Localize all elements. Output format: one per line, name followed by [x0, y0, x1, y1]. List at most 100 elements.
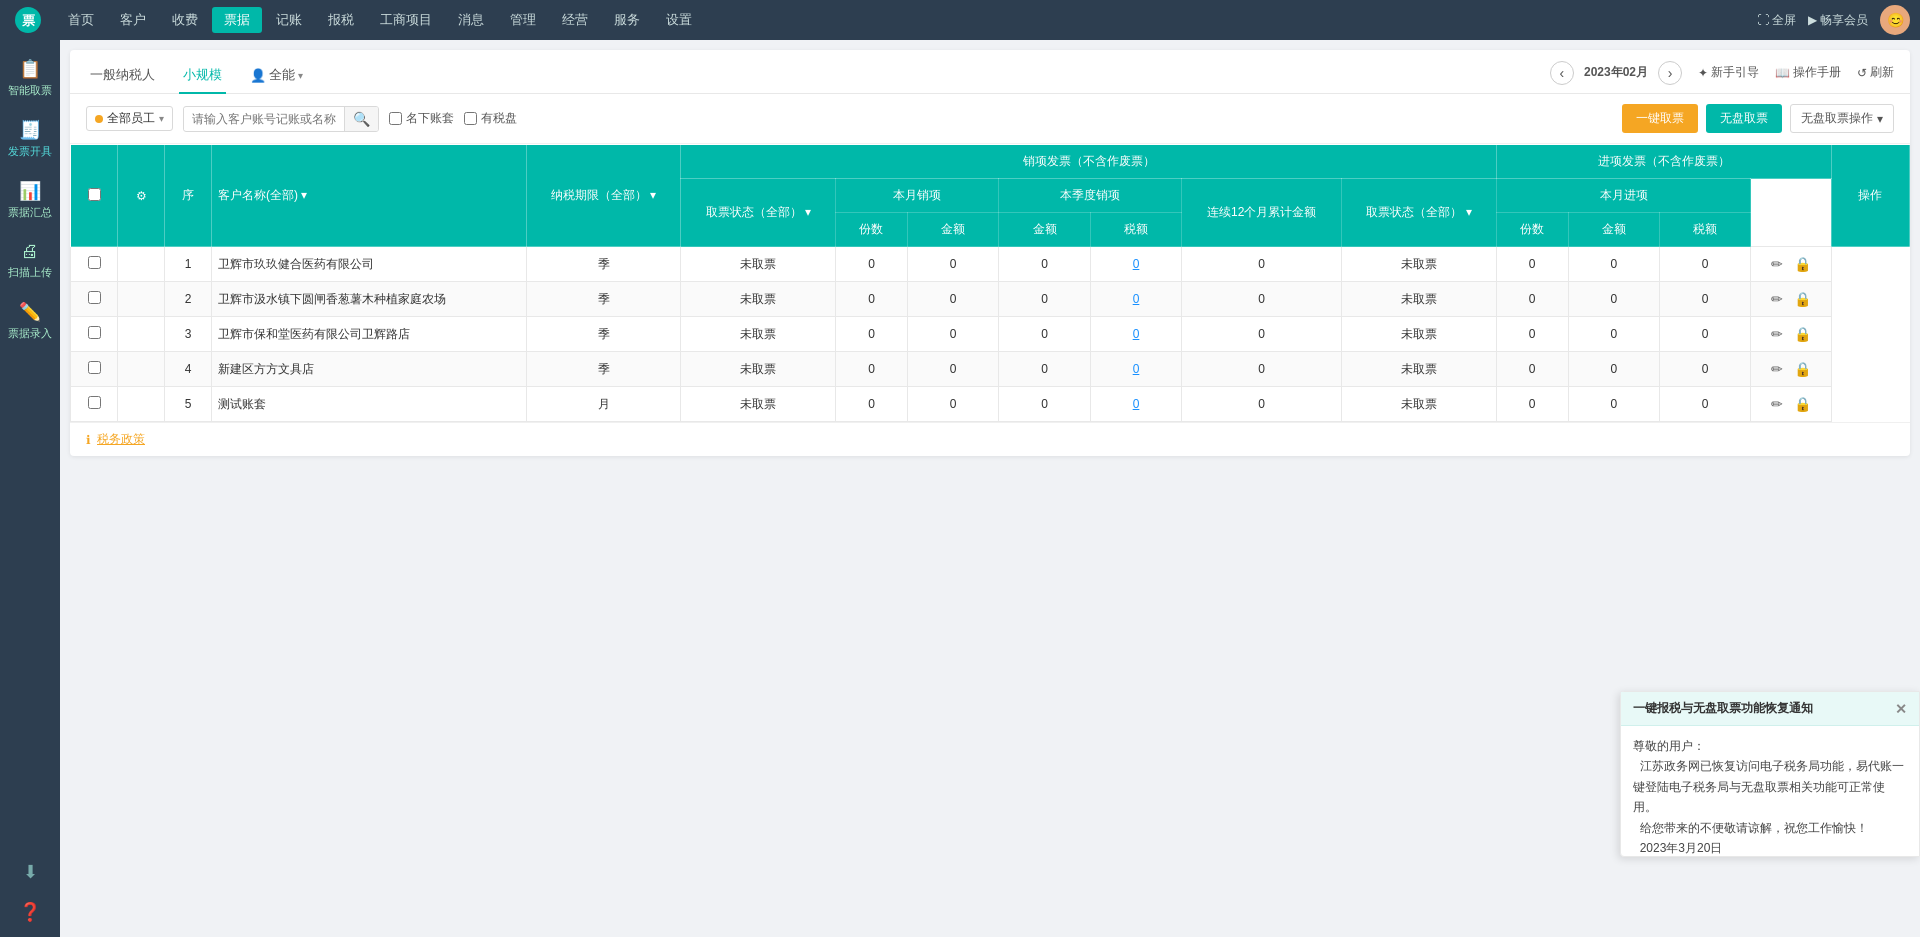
tax-policy-link[interactable]: 税务政策	[97, 431, 145, 448]
nav-item-settings[interactable]: 设置	[654, 7, 704, 33]
more-btn[interactable]: 🔒	[1790, 324, 1815, 344]
employee-arrow-icon: ▾	[159, 113, 164, 124]
employee-filter-select[interactable]: 全部员工 ▾	[86, 106, 173, 131]
sales-status-filter-icon[interactable]: ▾	[805, 205, 811, 219]
period-next-btn[interactable]: ›	[1658, 61, 1682, 85]
row-cumulative: 0	[1182, 282, 1342, 317]
row-checkbox[interactable]	[88, 326, 101, 339]
nav-item-account[interactable]: 记账	[264, 7, 314, 33]
col-index-header: 序	[165, 145, 212, 247]
sidebar-item-scan-upload[interactable]: 🖨 扫描上传	[4, 233, 56, 288]
sidebar-bottom-download[interactable]: ⬇	[15, 857, 45, 887]
guide-btn[interactable]: ✦ 新手引导	[1698, 64, 1759, 81]
sales-cancel-status-header: 取票状态（全部） ▾	[681, 179, 836, 247]
edit-btn[interactable]: ✏	[1767, 289, 1787, 309]
row-in-amount: 0	[1568, 247, 1659, 282]
row-index: 5	[165, 387, 212, 422]
notification-close-btn[interactable]: ✕	[1895, 701, 1907, 717]
row-checkbox[interactable]	[88, 396, 101, 409]
current-quarter-sales-header: 本季度销项	[999, 179, 1182, 213]
notification-popup: 一键报税与无盘取票功能恢复通知 ✕ 尊敬的用户： 江苏政务网已恢复访问电子税务局…	[1620, 691, 1920, 857]
row-sales-amount: 0	[907, 352, 998, 387]
row-sales-status: 未取票	[681, 282, 836, 317]
sidebar-bottom-help[interactable]: ❓	[15, 897, 45, 927]
table-row: 1 卫辉市玖玖健合医药有限公司 季 未取票 0 0 0 0 0 未取票 0 0 …	[71, 247, 1910, 282]
nav-item-biz[interactable]: 经营	[550, 7, 600, 33]
filter-icon[interactable]: ▾	[301, 188, 307, 202]
row-checkbox[interactable]	[88, 361, 101, 374]
nav-item-tax[interactable]: 报税	[316, 7, 366, 33]
period-prev-btn[interactable]: ‹	[1550, 61, 1574, 85]
youshui-checkbox[interactable]	[464, 112, 477, 125]
edit-btn[interactable]: ✏	[1767, 394, 1787, 414]
taxperiod-filter-icon[interactable]: ▾	[650, 188, 656, 202]
nav-item-fee[interactable]: 收费	[160, 7, 210, 33]
youshui-checkbox-label[interactable]: 有税盘	[464, 110, 517, 127]
smart-ticket-icon: 📋	[19, 58, 41, 80]
person-icon: 👤	[250, 68, 266, 83]
one-click-ticket-btn[interactable]: 一键取票	[1622, 104, 1698, 133]
row-checkbox[interactable]	[88, 291, 101, 304]
no-disc-op-btn[interactable]: 无盘取票操作 ▾	[1790, 104, 1894, 133]
content-card: 一般纳税人 小规模 👤 全能 ▾ ‹ 2023年02月 › ✦ 新手引导 📖 操…	[70, 50, 1910, 456]
row-cumulative: 0	[1182, 247, 1342, 282]
search-button[interactable]: 🔍	[344, 107, 378, 131]
employee-dot	[95, 115, 103, 123]
row-name: 测试账套	[212, 387, 527, 422]
more-btn[interactable]: 🔒	[1790, 289, 1815, 309]
row-in-tax: 0	[1659, 352, 1750, 387]
in-copies-header: 份数	[1496, 213, 1568, 247]
row-in-status: 未取票	[1342, 352, 1497, 387]
tab-small-scale[interactable]: 小规模	[179, 58, 226, 94]
mingxia-checkbox[interactable]	[389, 112, 402, 125]
row-cumulative: 0	[1182, 317, 1342, 352]
nav-item-bizproject[interactable]: 工商项目	[368, 7, 444, 33]
row-quarter-amount: 0	[999, 247, 1090, 282]
nav-item-manage[interactable]: 管理	[498, 7, 548, 33]
tab-quanbu[interactable]: 👤 全能 ▾	[246, 58, 307, 94]
more-btn[interactable]: 🔒	[1790, 254, 1815, 274]
row-cumulative: 0	[1182, 352, 1342, 387]
edit-btn[interactable]: ✏	[1767, 324, 1787, 344]
row-in-tax: 0	[1659, 317, 1750, 352]
nav-item-customer[interactable]: 客户	[108, 7, 158, 33]
no-disc-ticket-btn[interactable]: 无盘取票	[1706, 104, 1782, 133]
sidebar-item-smart-ticket[interactable]: 📋 智能取票	[4, 50, 56, 106]
sidebar-item-invoice-open[interactable]: 🧾 发票开具	[4, 111, 56, 167]
table-row: 4 新建区方方文具店 季 未取票 0 0 0 0 0 未取票 0 0 0	[71, 352, 1910, 387]
nav-item-message[interactable]: 消息	[446, 7, 496, 33]
table-wrap: ⚙ 序 客户名称(全部) ▾ 纳税期限（全部） ▾ 销项发票（不含作废票） 进项…	[70, 144, 1910, 422]
edit-btn[interactable]: ✏	[1767, 359, 1787, 379]
sidebar-item-invoice-entry[interactable]: ✏️ 票据录入	[4, 293, 56, 349]
row-in-status: 未取票	[1342, 282, 1497, 317]
in-cancel-status-header: 取票状态（全部） ▾	[1342, 179, 1497, 247]
mingxia-checkbox-label[interactable]: 名下账套	[389, 110, 454, 127]
info-icon: ℹ	[86, 433, 91, 447]
sidebar-item-invoice-summary[interactable]: 📊 票据汇总	[4, 172, 56, 228]
fullscreen-btn[interactable]: ⛶ 全屏	[1757, 12, 1796, 29]
row-checkbox[interactable]	[88, 256, 101, 269]
search-input[interactable]	[184, 108, 344, 130]
row-in-status: 未取票	[1342, 247, 1497, 282]
more-btn[interactable]: 🔒	[1790, 359, 1815, 379]
nav-items: 首页 客户 收费 票据 记账 报税 工商项目 消息 管理 经营 服务 设置	[56, 7, 1757, 33]
table-row: 3 卫辉市保和堂医药有限公司卫辉路店 季 未取票 0 0 0 0 0 未取票 0…	[71, 317, 1910, 352]
edit-btn[interactable]: ✏	[1767, 254, 1787, 274]
row-in-amount: 0	[1568, 387, 1659, 422]
tab-general-taxpayer[interactable]: 一般纳税人	[86, 58, 159, 94]
nav-item-invoice[interactable]: 票据	[212, 7, 262, 33]
row-quarter-tax: 0	[1090, 247, 1181, 282]
member-btn[interactable]: ▶ 畅享会员	[1808, 12, 1868, 29]
in-status-filter-icon[interactable]: ▾	[1466, 205, 1472, 219]
select-all-checkbox[interactable]	[88, 188, 101, 201]
quarter-amount-header: 金额	[999, 213, 1090, 247]
avatar[interactable]: 😊	[1880, 5, 1910, 35]
more-btn[interactable]: 🔒	[1790, 394, 1815, 414]
refresh-btn[interactable]: ↺ 刷新	[1857, 64, 1894, 81]
row-in-amount: 0	[1568, 352, 1659, 387]
row-sales-amount: 0	[907, 317, 998, 352]
manual-btn[interactable]: 📖 操作手册	[1775, 64, 1841, 81]
nav-item-service[interactable]: 服务	[602, 7, 652, 33]
notification-header: 一键报税与无盘取票功能恢复通知 ✕	[1621, 692, 1919, 726]
nav-item-home[interactable]: 首页	[56, 7, 106, 33]
